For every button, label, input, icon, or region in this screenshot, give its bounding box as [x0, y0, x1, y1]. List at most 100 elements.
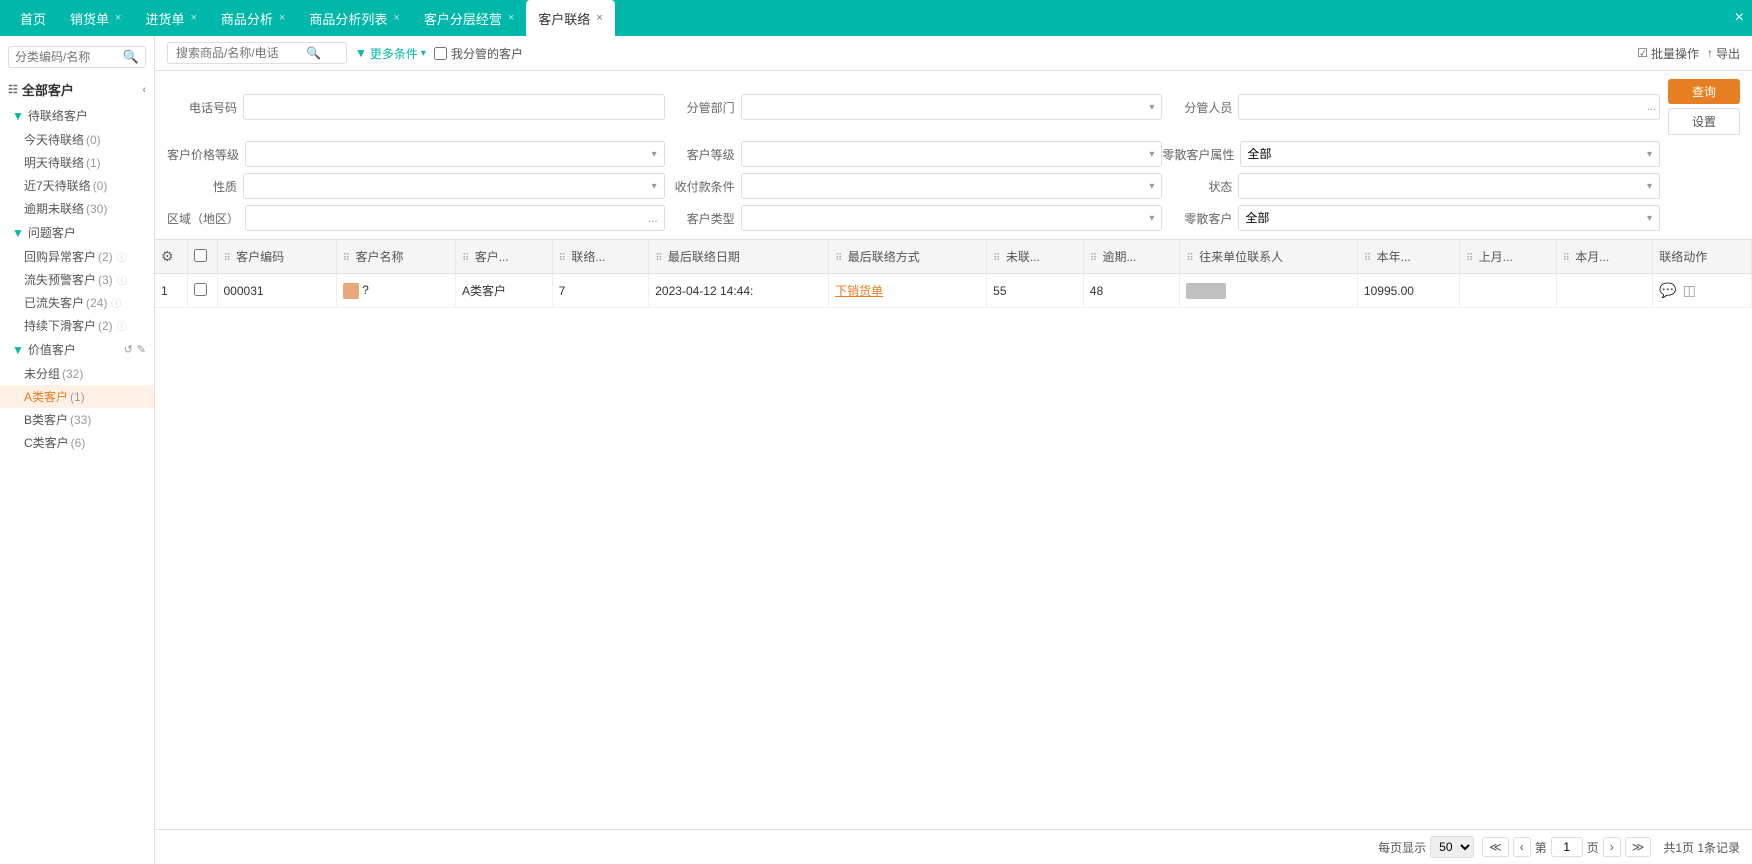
td-this-year: 10995.00	[1357, 274, 1459, 308]
nav-product-analysis-list[interactable]: 商品分析列表 ×	[297, 0, 411, 36]
export-btn[interactable]: ↑ 导出	[1707, 45, 1740, 62]
col-resizer-12: ⠿	[1563, 253, 1570, 264]
qr-icon[interactable]: ◫	[1683, 282, 1696, 299]
sidebar-collapse-btn[interactable]: ‹	[142, 84, 146, 96]
customer-table: ⚙ ⠿ 客户编码 ⠿ 客户名称	[155, 240, 1752, 308]
th-contact-count[interactable]: ⠿ 联络...	[552, 240, 649, 274]
sidebar-item-churned[interactable]: 已流失客户 (24) ⓘ	[0, 291, 154, 314]
th-last-month[interactable]: ⠿ 上月...	[1459, 240, 1556, 274]
customer-level-select[interactable]	[741, 141, 1163, 167]
refresh-icon[interactable]: ↺	[124, 343, 133, 356]
declining-count: (2)	[98, 319, 113, 333]
per-page-select[interactable]: 50	[1430, 836, 1474, 858]
phone-input[interactable]	[243, 94, 665, 120]
nav-product-analysis-list-label: 商品分析列表	[309, 9, 387, 28]
filter-cell-phone: 电话号码	[167, 94, 665, 120]
pending-contact-group[interactable]: ▼ 待联络客户	[0, 103, 154, 128]
td-last-contact-method[interactable]: 下销货单	[829, 274, 987, 308]
sidebar-search-input[interactable]	[15, 50, 123, 64]
col-this-year-label: 本年...	[1377, 250, 1411, 264]
th-company-contact[interactable]: ⠿ 往来单位联系人	[1180, 240, 1358, 274]
next-page-btn[interactable]: ›	[1603, 837, 1621, 857]
th-action[interactable]: 联络动作	[1653, 240, 1752, 274]
customer-type-select[interactable]	[741, 205, 1163, 231]
retail-attr-select[interactable]: 全部	[1240, 141, 1660, 167]
sidebar-item-today[interactable]: 今天待联络 (0)	[0, 128, 154, 151]
th-overdue[interactable]: ⠿ 逾期...	[1083, 240, 1180, 274]
status-select[interactable]	[1238, 173, 1660, 199]
problem-customers-group[interactable]: ▼ 问题客户	[0, 220, 154, 245]
th-checkbox[interactable]	[187, 240, 217, 274]
query-button[interactable]: 查询	[1668, 79, 1740, 104]
last-page-btn[interactable]: ≫	[1625, 837, 1652, 857]
nav-purchase-close[interactable]: ×	[190, 12, 196, 24]
nav-customer-layer[interactable]: 客户分层经营 ×	[412, 0, 526, 36]
nav-product-analysis-close[interactable]: ×	[279, 12, 285, 24]
th-settings[interactable]: ⚙	[155, 240, 187, 274]
first-page-btn[interactable]: ≪	[1482, 837, 1509, 857]
last-contact-method-link[interactable]: 下销货单	[835, 284, 883, 298]
sidebar-item-class-c[interactable]: C类客户 (6)	[0, 431, 154, 454]
region-input[interactable]: ...	[245, 205, 665, 231]
retail-customer-select[interactable]: 全部	[1238, 205, 1660, 231]
nav-customer-contact[interactable]: 客户联络 ×	[526, 0, 614, 36]
nav-purchase[interactable]: 进货单 ×	[133, 0, 208, 36]
filter-more-btn[interactable]: ▼ 更多条件 ▾	[355, 45, 426, 62]
sidebar-item-7days[interactable]: 近7天待联络 (0)	[0, 174, 154, 197]
th-this-year[interactable]: ⠿ 本年...	[1357, 240, 1459, 274]
nav-product-analysis-list-close[interactable]: ×	[393, 12, 399, 24]
th-customer-code[interactable]: ⠿ 客户编码	[217, 240, 336, 274]
th-last-contact-date[interactable]: ⠿ 最后联络日期	[649, 240, 829, 274]
sidebar-item-class-a[interactable]: A类客户 (1)	[0, 385, 154, 408]
th-last-contact-method[interactable]: ⠿ 最后联络方式	[829, 240, 987, 274]
status-select-wrap: ▾	[1238, 173, 1660, 199]
payment-select-wrap: ▾	[741, 173, 1163, 199]
filter-cell-region: 区域（地区） ...	[167, 205, 665, 231]
close-all-tabs[interactable]: ×	[1735, 9, 1744, 27]
nav-sales[interactable]: 销货单 ×	[58, 0, 133, 36]
all-customers-header[interactable]: ☷ 全部客户 ‹	[0, 76, 154, 103]
td-checkbox[interactable]	[187, 274, 217, 308]
edit-icon[interactable]: ✎	[137, 343, 146, 356]
th-customer-type[interactable]: ⠿ 客户...	[456, 240, 553, 274]
nav-customer-contact-close[interactable]: ×	[596, 12, 602, 24]
value-customers-group[interactable]: ▼ 价值客户 ↺ ✎	[0, 337, 154, 362]
nav-home[interactable]: 首页	[8, 0, 58, 36]
row-checkbox[interactable]	[194, 283, 207, 296]
sidebar-search-wrap: 🔍	[8, 46, 146, 68]
chat-icon[interactable]: 💬	[1659, 282, 1676, 299]
settings-button[interactable]: 设置	[1668, 108, 1740, 135]
prev-page-btn[interactable]: ‹	[1513, 837, 1531, 857]
th-customer-name[interactable]: ⠿ 客户名称	[336, 240, 455, 274]
sidebar-item-churn-warning[interactable]: 流失预警客户 (3) ⓘ	[0, 268, 154, 291]
dept-select[interactable]	[741, 94, 1163, 120]
th-not-contacted[interactable]: ⠿ 未联...	[987, 240, 1084, 274]
filter-bar-right: ☑ 批量操作 ↑ 导出	[1637, 45, 1740, 62]
class-c-count: (6)	[71, 436, 86, 450]
select-all-checkbox[interactable]	[194, 249, 207, 262]
sidebar-item-unclassified[interactable]: 未分组 (32)	[0, 362, 154, 385]
sidebar-item-class-b[interactable]: B类客户 (33)	[0, 408, 154, 431]
page-input[interactable]	[1551, 837, 1583, 857]
table-settings-icon[interactable]: ⚙	[161, 248, 174, 264]
payment-select[interactable]	[741, 173, 1163, 199]
sidebar-item-tomorrow[interactable]: 明天待联络 (1)	[0, 151, 154, 174]
nav-product-analysis[interactable]: 商品分析 ×	[209, 0, 297, 36]
nav-sales-close[interactable]: ×	[115, 12, 121, 24]
nav-customer-layer-close[interactable]: ×	[508, 12, 514, 24]
info-icon-2: ⓘ	[117, 272, 127, 287]
batch-op-btn[interactable]: ☑ 批量操作	[1637, 45, 1699, 62]
sidebar-item-declining[interactable]: 持续下滑客户 (2) ⓘ	[0, 314, 154, 337]
nature-select[interactable]	[243, 173, 665, 199]
sidebar-item-repurchase-abnormal[interactable]: 回购异常客户 (2) ⓘ	[0, 245, 154, 268]
sidebar-item-overdue[interactable]: 逾期未联络 (30)	[0, 197, 154, 220]
my-customer-checkbox[interactable]	[434, 47, 447, 60]
filter-search-input[interactable]	[176, 46, 306, 60]
value-header-icons: ↺ ✎	[124, 343, 146, 356]
th-this-month[interactable]: ⠿ 本月...	[1556, 240, 1653, 274]
filter-cell-dept: 分管部门 ▾	[665, 94, 1163, 120]
churned-count: (24)	[86, 296, 107, 310]
filter-cell-customer-type: 客户类型 ▾	[665, 205, 1163, 231]
person-input[interactable]	[1238, 94, 1660, 120]
price-level-select[interactable]	[245, 141, 665, 167]
